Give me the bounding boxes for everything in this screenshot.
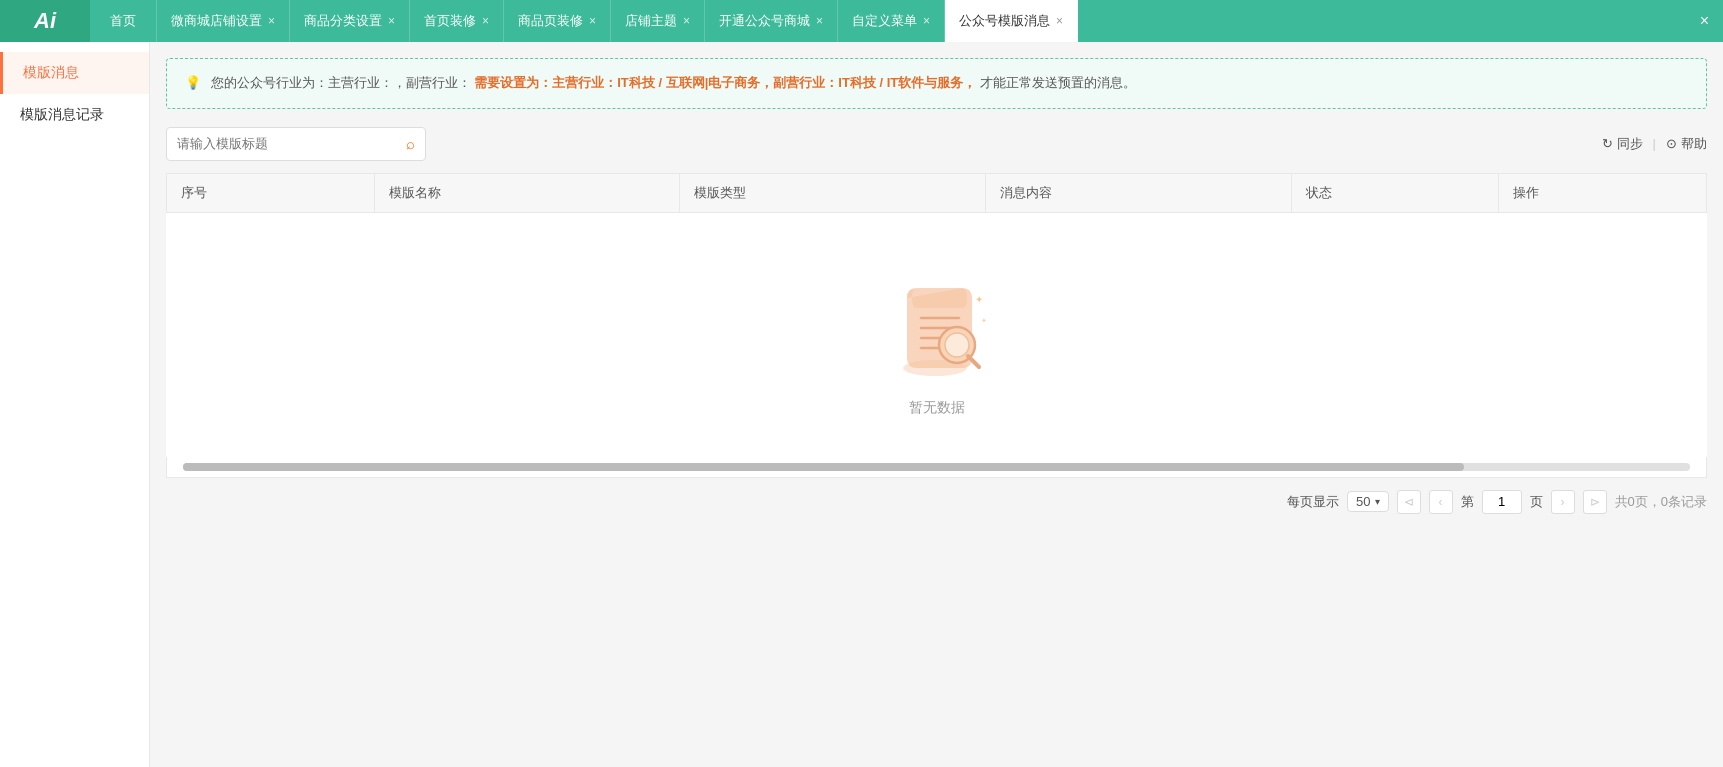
tab-template-msg[interactable]: 公众号模版消息 × bbox=[945, 0, 1078, 42]
tab-shop-setting[interactable]: 微商城店铺设置 × bbox=[157, 0, 290, 42]
sync-button[interactable]: ↻ 同步 bbox=[1602, 135, 1643, 153]
pagination: 每页显示 50 ▾ ⊲ ‹ 第 页 › ⊳ 共0页，0条记录 bbox=[166, 478, 1707, 518]
alert-box: 💡 您的公众号行业为：主营行业：，副营行业： 需要设置为：主营行业：IT科技 /… bbox=[166, 58, 1707, 109]
help-icon: ⊙ bbox=[1666, 136, 1677, 151]
sync-label: 同步 bbox=[1617, 135, 1643, 153]
tab-product-decor[interactable]: 商品页装修 × bbox=[504, 0, 611, 42]
tab-close-product-decor[interactable]: × bbox=[589, 14, 596, 28]
col-header-type: 模版类型 bbox=[680, 173, 986, 212]
sync-icon: ↻ bbox=[1602, 136, 1613, 151]
empty-illustration: ✦ ✦ bbox=[877, 273, 997, 383]
empty-state: ✦ ✦ 暂无数据 bbox=[167, 213, 1707, 457]
col-header-status: 状态 bbox=[1291, 173, 1499, 212]
first-page-button[interactable]: ⊲ bbox=[1397, 490, 1421, 514]
content-area: 💡 您的公众号行业为：主营行业：，副营行业： 需要设置为：主营行业：IT科技 /… bbox=[150, 42, 1723, 767]
tab-close-homepage-decor[interactable]: × bbox=[482, 14, 489, 28]
close-all-button[interactable]: × bbox=[1686, 12, 1723, 30]
last-page-button[interactable]: ⊳ bbox=[1583, 490, 1607, 514]
tab-close-custom-menu[interactable]: × bbox=[923, 14, 930, 28]
sidebar-item-template-records[interactable]: 模版消息记录 bbox=[0, 94, 149, 136]
tab-home[interactable]: 首页 bbox=[90, 0, 157, 42]
top-nav: Ai 首页微商城店铺设置 ×商品分类设置 ×首页装修 ×商品页装修 ×店铺主题 … bbox=[0, 0, 1723, 42]
svg-point-6 bbox=[945, 333, 969, 357]
page-size-value: 50 bbox=[1356, 494, 1370, 509]
tab-store-theme[interactable]: 店铺主题 × bbox=[611, 0, 705, 42]
search-icon[interactable]: ⌕ bbox=[406, 135, 415, 152]
data-table: 序号模版名称模版类型消息内容状态操作 bbox=[166, 173, 1707, 457]
page-number-input[interactable] bbox=[1482, 490, 1522, 514]
search-actions: ↻ 同步 | ⊙ 帮助 bbox=[1602, 135, 1707, 153]
tab-close-shop-setting[interactable]: × bbox=[268, 14, 275, 28]
page-label-before: 第 bbox=[1461, 493, 1474, 511]
table-head: 序号模版名称模版类型消息内容状态操作 bbox=[167, 173, 1707, 212]
alert-suffix: 才能正常发送预置的消息。 bbox=[980, 75, 1136, 90]
alert-icon: 💡 bbox=[185, 75, 201, 90]
col-header-index: 序号 bbox=[167, 173, 375, 212]
svg-text:✦: ✦ bbox=[981, 317, 987, 324]
help-label: 帮助 bbox=[1681, 135, 1707, 153]
page-label-after: 页 bbox=[1530, 493, 1543, 511]
svg-text:✦: ✦ bbox=[975, 294, 983, 305]
divider: | bbox=[1653, 136, 1656, 151]
tab-close-template-msg[interactable]: × bbox=[1056, 14, 1063, 28]
per-page-label: 每页显示 bbox=[1287, 493, 1339, 511]
scrollbar-track[interactable] bbox=[183, 463, 1690, 471]
table-body: ✦ ✦ 暂无数据 bbox=[167, 212, 1707, 457]
tab-category-setting[interactable]: 商品分类设置 × bbox=[290, 0, 410, 42]
total-info: 共0页，0条记录 bbox=[1615, 493, 1707, 511]
tab-custom-menu[interactable]: 自定义菜单 × bbox=[838, 0, 945, 42]
tab-close-category-setting[interactable]: × bbox=[388, 14, 395, 28]
dropdown-icon: ▾ bbox=[1375, 496, 1380, 507]
sidebar: 模版消息模版消息记录 bbox=[0, 42, 150, 767]
search-input-wrap[interactable]: ⌕ bbox=[166, 127, 426, 161]
alert-highlight: 需要设置为：主营行业：IT科技 / 互联网|电子商务，副营行业：IT科技 / I… bbox=[474, 75, 976, 90]
search-input[interactable] bbox=[177, 136, 406, 151]
alert-prefix: 您的公众号行业为：主营行业：，副营行业： bbox=[211, 75, 471, 90]
col-header-name: 模版名称 bbox=[374, 173, 680, 212]
tab-close-open-mall[interactable]: × bbox=[816, 14, 823, 28]
logo: Ai bbox=[0, 0, 90, 42]
tab-open-mall[interactable]: 开通公众号商城 × bbox=[705, 0, 838, 42]
main-layout: 模版消息模版消息记录 💡 您的公众号行业为：主营行业：，副营行业： 需要设置为：… bbox=[0, 42, 1723, 767]
search-bar: ⌕ ↻ 同步 | ⊙ 帮助 bbox=[166, 127, 1707, 161]
page-size-select[interactable]: 50 ▾ bbox=[1347, 491, 1388, 512]
help-button[interactable]: ⊙ 帮助 bbox=[1666, 135, 1707, 153]
table-header-row: 序号模版名称模版类型消息内容状态操作 bbox=[167, 173, 1707, 212]
scrollbar-row[interactable] bbox=[166, 457, 1707, 478]
tab-bar: 首页微商城店铺设置 ×商品分类设置 ×首页装修 ×商品页装修 ×店铺主题 ×开通… bbox=[90, 0, 1686, 42]
tab-close-store-theme[interactable]: × bbox=[683, 14, 690, 28]
sidebar-item-template-msg[interactable]: 模版消息 bbox=[0, 52, 149, 94]
empty-text: 暂无数据 bbox=[909, 399, 965, 417]
next-page-button[interactable]: › bbox=[1551, 490, 1575, 514]
prev-page-button[interactable]: ‹ bbox=[1429, 490, 1453, 514]
scrollbar-thumb[interactable] bbox=[183, 463, 1464, 471]
col-header-content: 消息内容 bbox=[986, 173, 1292, 212]
tab-homepage-decor[interactable]: 首页装修 × bbox=[410, 0, 504, 42]
col-header-action: 操作 bbox=[1499, 173, 1707, 212]
empty-row: ✦ ✦ 暂无数据 bbox=[167, 212, 1707, 457]
